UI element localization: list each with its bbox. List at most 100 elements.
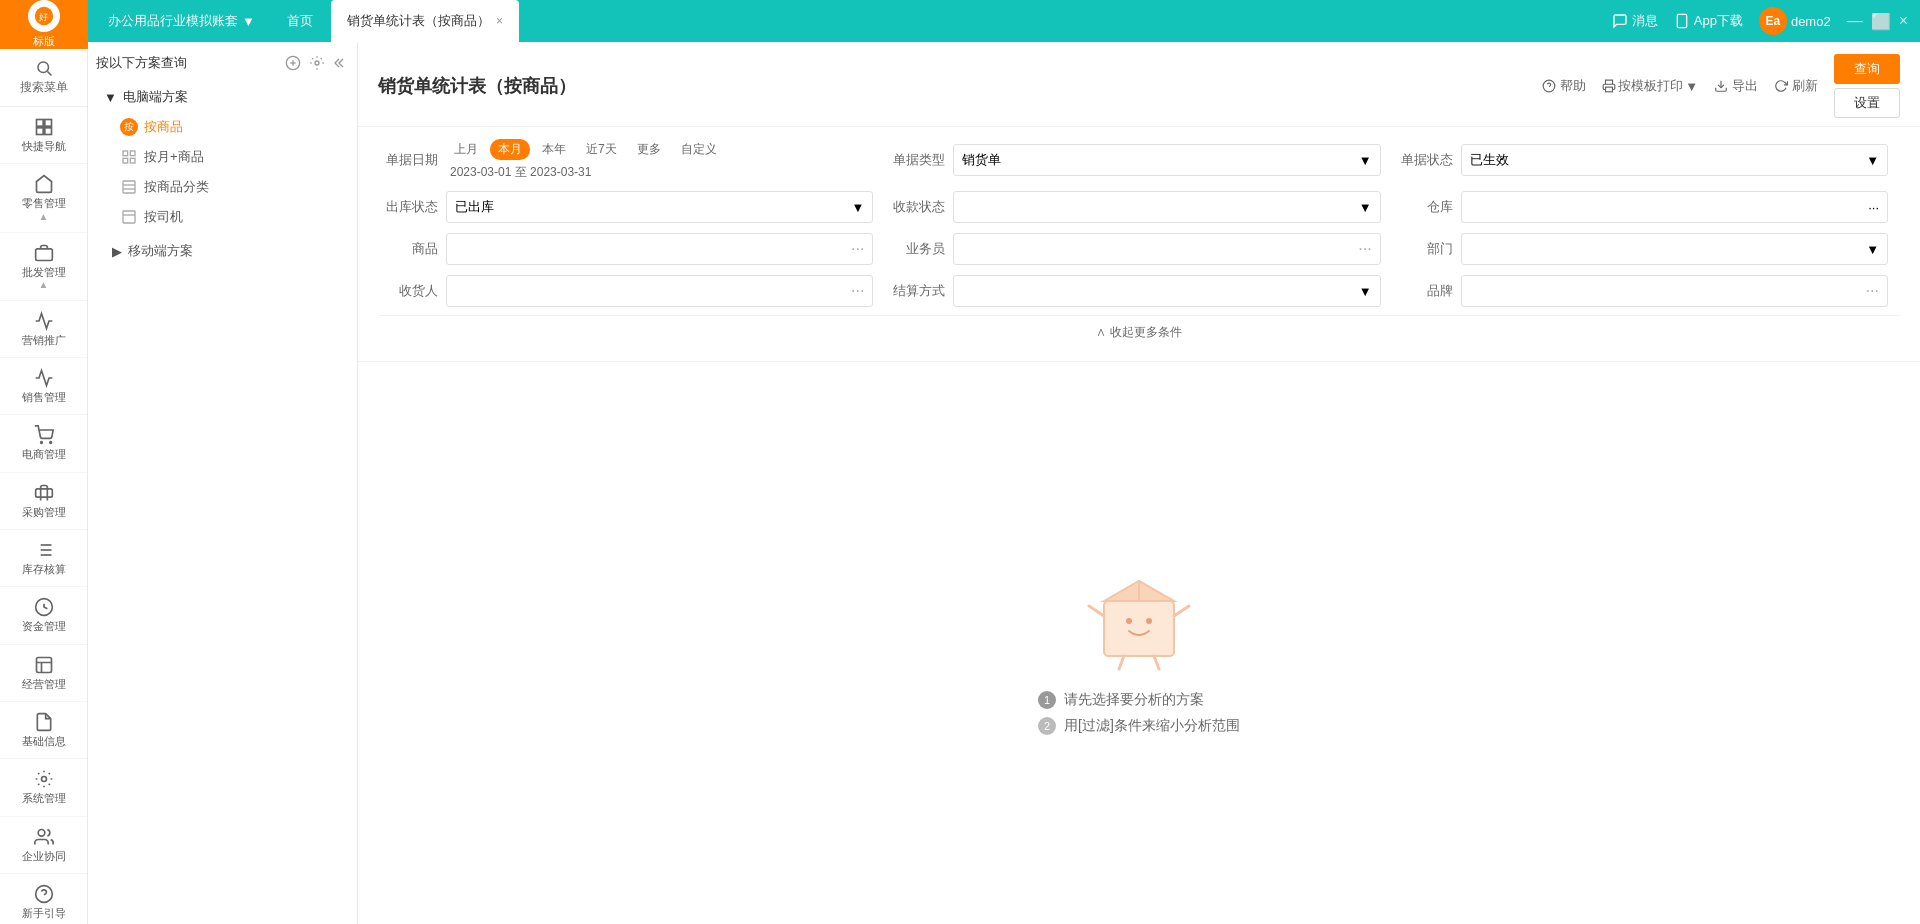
minimize-icon[interactable]: — — [1847, 12, 1863, 31]
filter-warehouse-field: 仓库 ··· — [1393, 191, 1900, 223]
sidebar-item-purchase[interactable]: 采购管理 — [0, 473, 87, 530]
tab-close-icon[interactable]: × — [496, 14, 503, 28]
collapse-panel-icon[interactable] — [333, 55, 349, 71]
svg-point-20 — [38, 829, 45, 836]
sidebar-item-system[interactable]: 系统管理 — [0, 759, 87, 816]
sidebar-item-guide[interactable]: 新手引导 — [0, 874, 87, 924]
bill-type-input[interactable]: 销货单 ▼ — [953, 144, 1380, 176]
page-actions: 帮助 按模板打印 ▼ 导出 刷新 — [1542, 54, 1900, 118]
export-btn[interactable]: 导出 — [1714, 77, 1758, 95]
industry-dropdown[interactable]: 办公用品行业模拟账套 ▼ — [100, 8, 263, 34]
brand-input[interactable]: ··· — [1461, 275, 1888, 307]
out-status-value: 已出库 — [455, 198, 494, 216]
user-profile[interactable]: Ea demo2 — [1759, 7, 1831, 35]
svg-rect-18 — [36, 657, 51, 672]
scheme-settings-icon[interactable] — [309, 55, 325, 71]
collapse-bar[interactable]: ∧ 收起更多条件 — [378, 315, 1900, 349]
filter-goods-field: 商品 ··· — [378, 233, 885, 265]
message-btn[interactable]: 消息 — [1612, 12, 1658, 30]
date-tab-more[interactable]: 更多 — [629, 139, 669, 160]
dept-input[interactable]: ▼ — [1461, 233, 1888, 265]
quick-nav-label: 快捷导航 — [22, 139, 66, 153]
scheme-item-by-driver[interactable]: 按司机 — [96, 202, 349, 232]
date-tab-last-month[interactable]: 上月 — [446, 139, 486, 160]
refresh-btn[interactable]: 刷新 — [1774, 77, 1818, 95]
scheme-item-by-month-goods[interactable]: 按月+商品 — [96, 142, 349, 172]
panel-header-icons — [285, 55, 349, 71]
maximize-icon[interactable]: ⬜ — [1871, 12, 1891, 31]
sidebar-item-wholesale[interactable]: 批发管理 ▲ — [0, 233, 87, 301]
pc-scheme-header[interactable]: ▼ 电脑端方案 — [96, 82, 349, 112]
svg-rect-43 — [1606, 87, 1613, 92]
bill-type-value: 销货单 — [962, 151, 1001, 169]
scheme-icon-driver — [120, 208, 138, 226]
print-btn[interactable]: 按模板打印 ▼ — [1602, 77, 1698, 95]
add-scheme-btn[interactable] — [285, 55, 301, 71]
dept-chevron-icon: ▼ — [1866, 242, 1879, 257]
mobile-scheme-label: 移动端方案 — [128, 242, 193, 260]
scheme-item-by-goods[interactable]: 按 按商品 — [96, 112, 349, 142]
out-status-input[interactable]: 已出库 ▼ — [446, 191, 873, 223]
print-label: 按模板打印 — [1618, 77, 1683, 95]
receiver-input[interactable]: ··· — [446, 275, 873, 307]
sidebar-item-quick-nav[interactable]: 快捷导航 — [0, 107, 87, 164]
sidebar-item-sales[interactable]: 销售管理 — [0, 358, 87, 415]
tab-sales-stats[interactable]: 销货单统计表（按商品） × — [331, 0, 519, 42]
svg-rect-37 — [123, 181, 135, 193]
query-btn[interactable]: 查询 — [1834, 54, 1900, 84]
sidebar-item-retail[interactable]: 零售管理 ▲ — [0, 164, 87, 232]
mobile-scheme-header[interactable]: ▶ 移动端方案 — [96, 236, 349, 266]
sidebar-item-collab[interactable]: 企业协同 — [0, 817, 87, 874]
payment-input[interactable]: ▼ — [953, 275, 1380, 307]
bill-status-value: 已生效 — [1470, 151, 1509, 169]
sidebar-item-operation[interactable]: 经营管理 — [0, 645, 87, 702]
bill-status-chevron-icon: ▼ — [1866, 153, 1879, 168]
svg-line-54 — [1154, 656, 1159, 669]
date-tab-7days[interactable]: 近7天 — [578, 139, 625, 160]
date-tab-this-month[interactable]: 本月 — [490, 139, 530, 160]
scheme-label-driver: 按司机 — [144, 208, 183, 226]
tab-bar: 首页 销货单统计表（按商品） × — [271, 0, 1604, 42]
sidebar-item-inventory[interactable]: 库存核算 — [0, 530, 87, 587]
warehouse-input[interactable]: ··· — [1461, 191, 1888, 223]
sidebar-item-ecommerce[interactable]: 电商管理 — [0, 415, 87, 472]
clerk-label: 业务员 — [885, 240, 953, 258]
payment-label: 结算方式 — [885, 282, 953, 300]
goods-input[interactable]: ··· — [446, 233, 873, 265]
svg-point-49 — [1126, 618, 1132, 624]
sidebar-item-finance[interactable]: 资金管理 — [0, 587, 87, 644]
app-download-btn[interactable]: App下载 — [1674, 12, 1743, 30]
pc-scheme-group: ▼ 电脑端方案 按 按商品 按月+商品 — [96, 82, 349, 232]
finance-label: 资金管理 — [22, 619, 66, 633]
logo-icon: 好 — [28, 0, 60, 32]
svg-rect-5 — [44, 120, 51, 127]
bill-status-label: 单据状态 — [1393, 151, 1461, 169]
scheme-label-goods: 按商品 — [144, 118, 183, 136]
window-close-icon[interactable]: × — [1899, 12, 1908, 31]
bill-status-input[interactable]: 已生效 ▼ — [1461, 144, 1888, 176]
settings-btn[interactable]: 设置 — [1834, 88, 1900, 118]
receipt-status-input[interactable]: ▼ — [953, 191, 1380, 223]
date-tab-this-year[interactable]: 本年 — [534, 139, 574, 160]
purchase-label: 采购管理 — [22, 505, 66, 519]
date-tab-custom[interactable]: 自定义 — [673, 139, 725, 160]
app-subtitle: 标版 — [33, 34, 55, 49]
right-panel: 销货单统计表（按商品） 帮助 按模板打印 ▼ 导出 — [358, 42, 1920, 924]
filter-row-1: 单据日期 上月 本月 本年 近7天 更多 自定义 2023-03-01 至 20… — [378, 139, 1900, 181]
tab-home[interactable]: 首页 — [271, 0, 329, 42]
svg-point-32 — [315, 61, 319, 65]
sidebar-item-basic[interactable]: 基础信息 — [0, 702, 87, 759]
clerk-input[interactable]: ··· — [953, 233, 1380, 265]
guide-label: 新手引导 — [22, 906, 66, 920]
scheme-item-by-category[interactable]: 按商品分类 — [96, 172, 349, 202]
system-label: 系统管理 — [22, 791, 66, 805]
filter-receipt-status-field: 收款状态 ▼ — [885, 191, 1392, 223]
app-logo: 好 标版 — [0, 0, 88, 49]
help-btn[interactable]: 帮助 — [1542, 77, 1586, 95]
sidebar-item-marketing[interactable]: 营销推广 — [0, 301, 87, 358]
search-menu-item[interactable]: 搜索菜单 — [0, 49, 87, 107]
svg-rect-8 — [35, 248, 52, 260]
home-tab-label: 首页 — [287, 12, 313, 30]
svg-rect-34 — [130, 151, 135, 156]
export-label: 导出 — [1732, 77, 1758, 95]
